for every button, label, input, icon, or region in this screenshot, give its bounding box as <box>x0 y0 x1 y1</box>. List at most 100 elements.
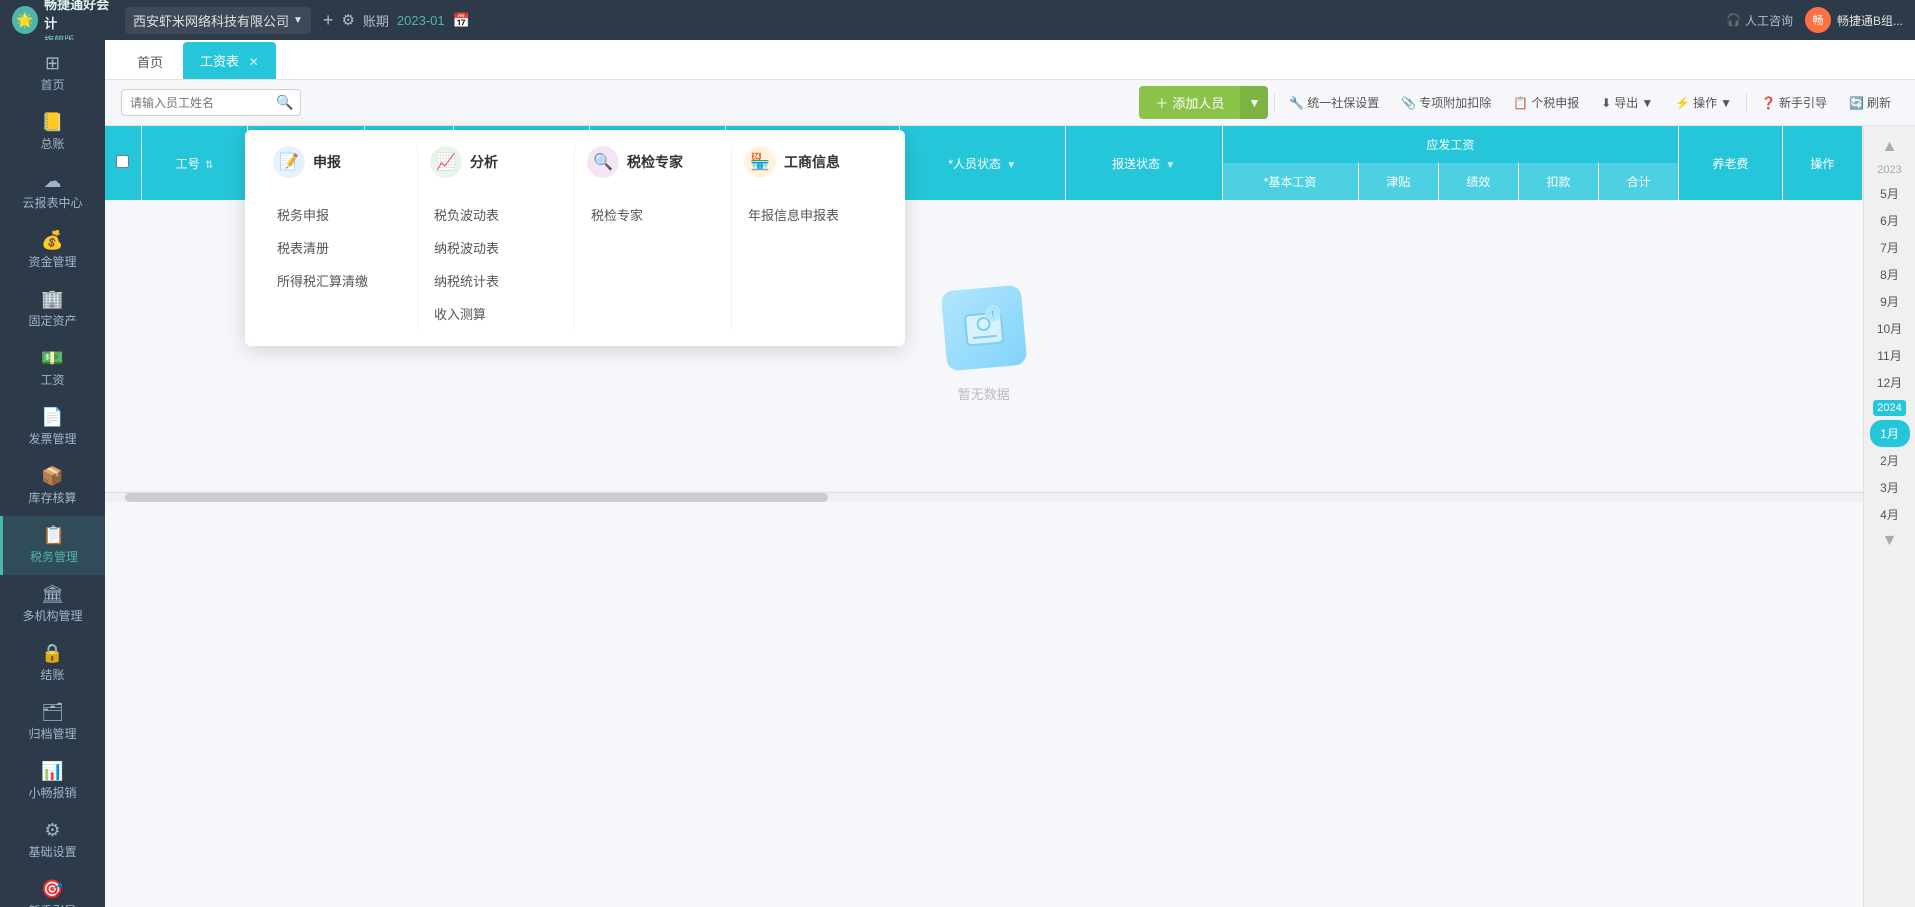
sidebar-item-home[interactable]: ⊞ 首页 <box>0 44 105 103</box>
sidebar-item-settings[interactable]: ⚙ 基础设置 <box>0 811 105 870</box>
timeline-month-2023-9[interactable]: 9月 <box>1870 288 1910 315</box>
timeline-month-2023-7[interactable]: 7月 <box>1870 234 1910 261</box>
add-person-button[interactable]: ＋ 添加人员 <box>1139 86 1240 119</box>
settings-icon[interactable]: ⚙ <box>341 11 354 29</box>
refresh-btn[interactable]: 🔄 刷新 <box>1841 90 1899 115</box>
inventory-icon: 📦 <box>41 467 63 485</box>
new-guide-btn[interactable]: ❓ 新手引导 <box>1753 90 1835 115</box>
main-layout: ⊞ 首页 📒 总账 ☁ 云报表中心 💰 资金管理 🏢 固定资产 💵 工资 📄 发… <box>0 40 1915 907</box>
operate-btn[interactable]: ⚡ 操作 ▼ <box>1667 90 1740 115</box>
sidebar-item-multi[interactable]: 🏛 多机构管理 <box>0 575 105 634</box>
th-allowance: 津贴 <box>1358 163 1438 200</box>
dropdown-item-expert[interactable]: 税检专家 <box>587 198 719 231</box>
add-person-dropdown-btn[interactable]: ▼ <box>1240 86 1268 119</box>
tab-salary-sheet[interactable]: 工资表 ✕ <box>183 42 276 79</box>
tab-close-icon[interactable]: ✕ <box>249 55 259 69</box>
dropdown-item-annual-report[interactable]: 年报信息申报表 <box>744 198 877 231</box>
sort-icon-empno: ⇅ <box>205 160 213 171</box>
dropdown-item-tax-wave[interactable]: 税负波动表 <box>430 198 562 231</box>
invoice-icon: 📄 <box>41 408 63 426</box>
timeline-month-2024-4[interactable]: 4月 <box>1870 501 1910 528</box>
calendar-icon[interactable]: 📅 <box>453 12 470 29</box>
th-pension: 养老费 <box>1679 126 1783 200</box>
logo-icon: 🌟 <box>12 6 38 34</box>
dropdown-section-declare: 📝 申报 税务申报 税表清册 所得税汇算清缴 <box>261 146 418 330</box>
tab-bar: 首页 工资表 ✕ <box>105 40 1915 80</box>
refresh-icon: 🔄 <box>1849 96 1864 110</box>
search-box[interactable]: 🔍 <box>121 89 301 116</box>
tax-icon: 📋 <box>43 526 65 544</box>
sidebar-item-tax[interactable]: 📋 税务管理 <box>0 516 105 575</box>
tax-declare-btn[interactable]: 📋 个税申报 <box>1505 90 1587 115</box>
sidebar-item-salary[interactable]: 💵 工资 <box>0 339 105 398</box>
section-title-biz: 工商信息 <box>784 152 840 172</box>
dropdown-item-tax-stat[interactable]: 纳税统计表 <box>430 264 562 297</box>
timeline-month-2023-12[interactable]: 12月 <box>1870 369 1910 396</box>
export-icon: ⬇ <box>1601 96 1611 110</box>
operate-chevron-icon: ▼ <box>1720 96 1732 110</box>
dropdown-item-income-tax[interactable]: 所得税汇算清缴 <box>273 264 405 297</box>
checkbox-header[interactable] <box>105 126 141 200</box>
timeline-month-2024-1[interactable]: 1月 <box>1870 420 1910 447</box>
horizontal-scrollbar[interactable] <box>105 492 1863 502</box>
sidebar-item-close[interactable]: 🔒 结账 <box>0 634 105 693</box>
extra-deduct-btn[interactable]: 📎 专项附加扣除 <box>1393 90 1499 115</box>
dropdown-item-tax-declare[interactable]: 税务申报 <box>273 198 405 231</box>
company-selector[interactable]: 西安虾米网络科技有限公司 ▼ <box>125 7 311 34</box>
timeline-month-2023-10[interactable]: 10月 <box>1870 315 1910 342</box>
timeline-month-2023-6[interactable]: 6月 <box>1870 207 1910 234</box>
dropdown-section-analysis: 📈 分析 税负波动表 纳税波动表 纳税统计表 收入测算 <box>418 146 575 330</box>
timeline-month-2023-5[interactable]: 5月 <box>1870 180 1910 207</box>
timeline-year-2023-header: 2023 <box>1877 164 1901 176</box>
export-btn[interactable]: ⬇ 导出 ▼ <box>1593 90 1661 115</box>
tab-home[interactable]: 首页 <box>121 44 179 79</box>
empty-icon: ! <box>940 285 1027 372</box>
select-all-checkbox[interactable] <box>116 155 129 168</box>
dropdown-item-income-calc[interactable]: 收入测算 <box>430 297 562 330</box>
timeline-month-2023-8[interactable]: 8月 <box>1870 261 1910 288</box>
timeline-month-2023-11[interactable]: 11月 <box>1870 342 1910 369</box>
add-company-icon[interactable]: + <box>323 10 334 31</box>
filter-icon-report[interactable]: ▼ <box>1165 160 1175 171</box>
tax-declare-icon: 📋 <box>1513 96 1528 110</box>
avatar: 畅 <box>1805 7 1831 33</box>
export-chevron-icon: ▼ <box>1641 96 1653 110</box>
timeline-month-2024-3[interactable]: 3月 <box>1870 474 1910 501</box>
chevron-down-icon: ▼ <box>293 15 303 26</box>
sidebar-item-assets[interactable]: 🏢 固定资产 <box>0 280 105 339</box>
home-icon: ⊞ <box>45 54 60 72</box>
sidebar-item-archive[interactable]: 🗂 归档管理 <box>0 693 105 752</box>
search-input[interactable] <box>130 96 270 110</box>
sidebar-item-ledger[interactable]: 📒 总账 <box>0 103 105 162</box>
sidebar-item-cloud[interactable]: ☁ 云报表中心 <box>0 162 105 221</box>
top-bar: 🌟 畅捷通好会计 旗舰版 西安虾米网络科技有限公司 ▼ + ⚙ 账期 2023-… <box>0 0 1915 40</box>
th-performance: 绩效 <box>1438 163 1518 200</box>
social-setting-btn[interactable]: 🔧 统一社保设置 <box>1281 90 1387 115</box>
fund-icon: 💰 <box>41 231 63 249</box>
social-icon: 🔧 <box>1289 96 1304 110</box>
extra-deduct-icon: 📎 <box>1401 96 1416 110</box>
divider1 <box>1274 94 1275 112</box>
dropdown-section-expert: 🔍 税检专家 税检专家 <box>575 146 732 330</box>
toolbar: 🔍 ＋ 添加人员 ▼ 🔧 统一社保设置 📎 专项附加扣除 <box>105 80 1915 126</box>
sidebar-item-xiaochang[interactable]: 📊 小畅报销 <box>0 752 105 811</box>
timeline-month-2024-2[interactable]: 2月 <box>1870 447 1910 474</box>
service-btn[interactable]: 🎧 人工咨询 <box>1726 12 1793 29</box>
dropdown-item-tax-form[interactable]: 税表清册 <box>273 231 405 264</box>
sidebar-item-inventory[interactable]: 📦 库存核算 <box>0 457 105 516</box>
sidebar-item-invoice[interactable]: 📄 发票管理 <box>0 398 105 457</box>
report-icon: 📊 <box>41 762 63 780</box>
sidebar-item-fund[interactable]: 💰 资金管理 <box>0 221 105 280</box>
multi-icon: 🏛 <box>41 585 64 603</box>
filter-icon-status[interactable]: ▼ <box>1006 160 1016 171</box>
ledger-icon: 📒 <box>41 113 63 131</box>
user-info[interactable]: 畅 畅捷通B组... <box>1805 7 1903 33</box>
th-emp-no: 工号 ⇅ <box>141 126 248 200</box>
scrollbar-thumb[interactable] <box>125 493 828 502</box>
dropdown-item-tax-wave2[interactable]: 纳税波动表 <box>430 231 562 264</box>
timeline-prev-btn[interactable]: ▲ <box>1882 134 1898 160</box>
timeline-year-2024-header: 2024 <box>1873 400 1905 416</box>
sidebar-item-guide[interactable]: 🎯 新手引导 <box>0 870 105 907</box>
section-header-analysis: 📈 分析 <box>430 146 562 186</box>
timeline-next-btn[interactable]: ▼ <box>1882 528 1898 554</box>
